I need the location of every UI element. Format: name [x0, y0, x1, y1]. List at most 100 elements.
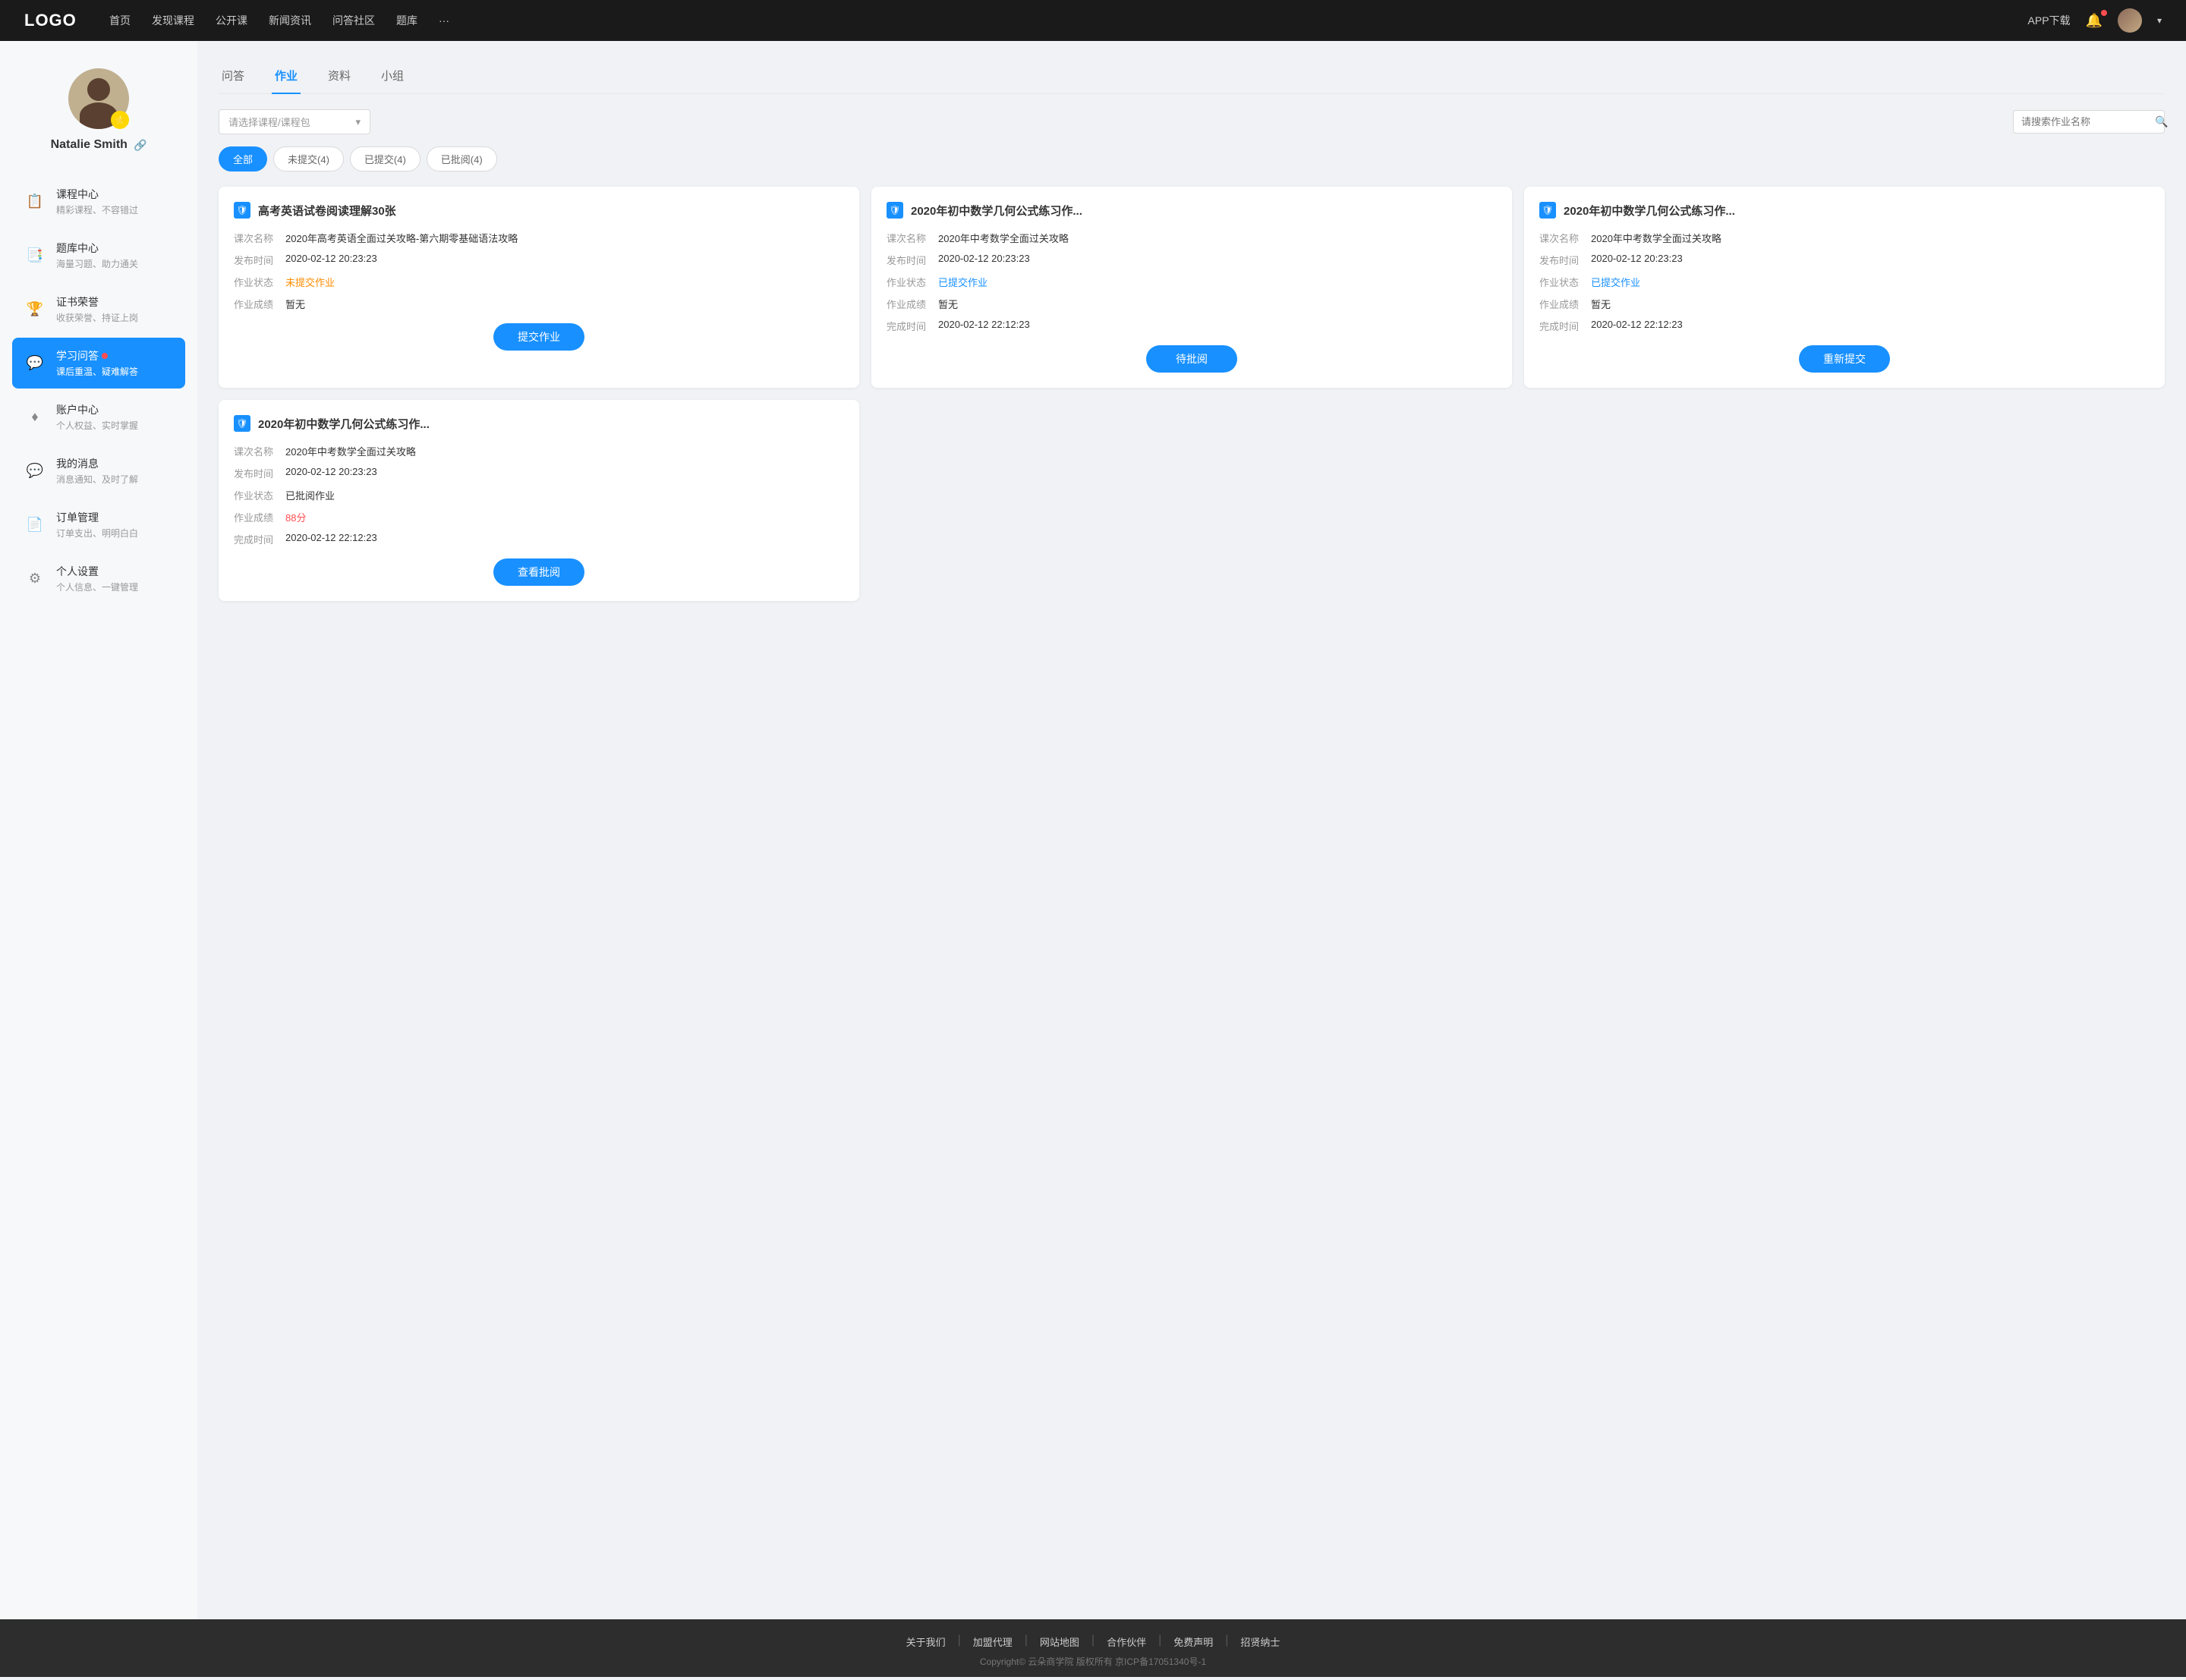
- sidebar-item-course[interactable]: 📋 课程中心 精彩课程、不容错过: [12, 176, 185, 227]
- card3-publish-value: 2020-02-12 20:23:23: [1591, 253, 1683, 264]
- user-avatar-nav[interactable]: [2118, 8, 2142, 33]
- card2-score-value: 暂无: [938, 297, 958, 311]
- tab-groups[interactable]: 小组: [378, 60, 407, 94]
- card3-score-field: 作业成绩 暂无: [1539, 297, 2150, 311]
- card3-complete-field: 完成时间 2020-02-12 22:12:23: [1539, 319, 2150, 333]
- course-title: 课程中心: [56, 187, 173, 202]
- nav-qa[interactable]: 问答社区: [332, 13, 375, 28]
- sidebar-item-settings[interactable]: ⚙ 个人设置 个人信息、一键管理: [12, 553, 185, 604]
- card1-publish-value: 2020-02-12 20:23:23: [285, 253, 377, 264]
- notification-bell[interactable]: 🔔: [2086, 13, 2103, 29]
- status-tab-all[interactable]: 全部: [219, 146, 267, 171]
- main-layout: ⭐ Natalie Smith 🔗 📋 课程中心 精彩课程、不容错过 📑 题库中…: [0, 41, 2186, 1619]
- card2-course-value: 2020年中考数学全面过关攻略: [938, 231, 1069, 245]
- card2-score-field: 作业成绩 暂无: [887, 297, 1497, 311]
- card4-title-row: 🛡 2020年初中数学几何公式练习作...: [234, 415, 844, 432]
- card4-status-label: 作业状态: [234, 488, 279, 502]
- study-qa-badge: [102, 353, 108, 359]
- logo[interactable]: LOGO: [24, 11, 85, 30]
- user-menu-chevron[interactable]: ▾: [2157, 15, 2162, 26]
- status-tab-unsubmitted[interactable]: 未提交(4): [273, 146, 344, 171]
- sidebar: ⭐ Natalie Smith 🔗 📋 课程中心 精彩课程、不容错过 📑 题库中…: [0, 41, 197, 1619]
- footer-franchise[interactable]: 加盟代理: [961, 1634, 1025, 1649]
- card3-btn-row: 重新提交: [1539, 345, 2150, 373]
- card3-score-value: 暂无: [1591, 297, 1611, 311]
- search-icon[interactable]: 🔍: [2155, 115, 2168, 128]
- card3-publish-label: 发布时间: [1539, 253, 1585, 267]
- avatar-head: [87, 78, 110, 101]
- navbar: LOGO 首页 发现课程 公开课 新闻资讯 问答社区 题库 ··· APP下载 …: [0, 0, 2186, 41]
- filter-left: 请选择课程/课程包 ▾: [219, 109, 370, 134]
- card3-course-value: 2020年中考数学全面过关攻略: [1591, 231, 1721, 245]
- card3-title: 2020年初中数学几何公式练习作...: [1564, 203, 1735, 219]
- sidebar-text-orders: 订单管理 订单支出、明明白白: [56, 510, 173, 540]
- account-icon: ♦: [24, 407, 46, 428]
- card2-shield-icon: 🛡: [887, 202, 903, 219]
- filter-row: 请选择课程/课程包 ▾ 🔍: [219, 109, 2165, 134]
- certificate-title: 证书荣誉: [56, 294, 173, 310]
- sidebar-item-bank[interactable]: 📑 题库中心 海量习题、助力通关: [12, 230, 185, 281]
- orders-desc: 订单支出、明明白白: [56, 527, 173, 540]
- nav-news[interactable]: 新闻资讯: [269, 13, 311, 28]
- card4-complete-field: 完成时间 2020-02-12 22:12:23: [234, 532, 844, 546]
- status-tabs: 全部 未提交(4) 已提交(4) 已批阅(4): [219, 146, 2165, 171]
- nav-more[interactable]: ···: [439, 14, 449, 27]
- user-name-icon[interactable]: 🔗: [134, 139, 146, 152]
- tab-homework[interactable]: 作业: [272, 60, 301, 94]
- course-select[interactable]: 请选择课程/课程包 ▾: [219, 109, 370, 134]
- nav-bank[interactable]: 题库: [396, 13, 417, 28]
- card1-course-value: 2020年高考英语全面过关攻略-第六期零基础语法攻略: [285, 231, 518, 245]
- footer-jobs[interactable]: 招贤纳士: [1228, 1634, 1292, 1649]
- card2-title: 2020年初中数学几何公式练习作...: [911, 203, 1082, 219]
- footer-sitemap[interactable]: 网站地图: [1028, 1634, 1091, 1649]
- sidebar-item-study-qa[interactable]: 💬 学习问答 课后重温、疑难解答: [12, 338, 185, 389]
- sidebar-item-messages[interactable]: 💬 我的消息 消息通知、及时了解: [12, 445, 185, 496]
- card3-complete-value: 2020-02-12 22:12:23: [1591, 319, 1683, 330]
- card4-title: 2020年初中数学几何公式练习作...: [258, 416, 430, 432]
- card1-title: 高考英语试卷阅读理解30张: [258, 203, 396, 219]
- footer-partners[interactable]: 合作伙伴: [1095, 1634, 1158, 1649]
- sidebar-text-account: 账户中心 个人权益、实时掌握: [56, 402, 173, 432]
- sidebar-item-orders[interactable]: 📄 订单管理 订单支出、明明白白: [12, 499, 185, 550]
- card4-status-field: 作业状态 已批阅作业: [234, 488, 844, 502]
- card4-course-field: 课次名称 2020年中考数学全面过关攻略: [234, 444, 844, 458]
- status-tab-submitted[interactable]: 已提交(4): [350, 146, 421, 171]
- tab-questions[interactable]: 问答: [219, 60, 247, 94]
- messages-icon: 💬: [24, 461, 46, 482]
- card2-complete-value: 2020-02-12 22:12:23: [938, 319, 1030, 330]
- settings-icon: ⚙: [24, 568, 46, 590]
- card1-shield-icon: 🛡: [234, 202, 250, 219]
- card4-view-btn[interactable]: 查看批阅: [493, 558, 584, 586]
- card2-score-label: 作业成绩: [887, 297, 932, 311]
- status-tab-reviewed[interactable]: 已批阅(4): [427, 146, 497, 171]
- orders-icon: 📄: [24, 514, 46, 536]
- card2-course-label: 课次名称: [887, 231, 932, 245]
- card2-pending-btn[interactable]: 待批阅: [1146, 345, 1237, 373]
- footer-about[interactable]: 关于我们: [894, 1634, 958, 1649]
- sidebar-item-certificate[interactable]: 🏆 证书荣誉 收获荣誉、持证上岗: [12, 284, 185, 335]
- card4-publish-field: 发布时间 2020-02-12 20:23:23: [234, 466, 844, 480]
- card2-publish-value: 2020-02-12 20:23:23: [938, 253, 1030, 264]
- sidebar-item-account[interactable]: ♦ 账户中心 个人权益、实时掌握: [12, 392, 185, 442]
- nav-opencourse[interactable]: 公开课: [216, 13, 247, 28]
- app-download[interactable]: APP下载: [2028, 13, 2071, 28]
- card3-resubmit-btn[interactable]: 重新提交: [1799, 345, 1890, 373]
- card1-score-field: 作业成绩 暂无: [234, 297, 844, 311]
- messages-title: 我的消息: [56, 456, 173, 471]
- card1-submit-btn[interactable]: 提交作业: [493, 323, 584, 351]
- card-unsubmitted: 🛡 高考英语试卷阅读理解30张 课次名称 2020年高考英语全面过关攻略-第六期…: [219, 187, 859, 388]
- bank-desc: 海量习题、助力通关: [56, 257, 173, 270]
- card4-course-value: 2020年中考数学全面过关攻略: [285, 444, 416, 458]
- account-desc: 个人权益、实时掌握: [56, 419, 173, 432]
- search-input[interactable]: [2021, 116, 2155, 127]
- nav-discover[interactable]: 发现课程: [152, 13, 194, 28]
- card3-course-label: 课次名称: [1539, 231, 1585, 245]
- study-qa-desc: 课后重温、疑难解答: [56, 365, 173, 378]
- card1-score-value: 暂无: [285, 297, 305, 311]
- footer-disclaimer[interactable]: 免费声明: [1161, 1634, 1225, 1649]
- nav-home[interactable]: 首页: [109, 13, 131, 28]
- sidebar-text-bank: 题库中心 海量习题、助力通关: [56, 241, 173, 270]
- footer-links: 关于我们 | 加盟代理 | 网站地图 | 合作伙伴 | 免费声明 | 招贤纳士: [0, 1634, 2186, 1649]
- tab-materials[interactable]: 资料: [325, 60, 354, 94]
- card1-publish-label: 发布时间: [234, 253, 279, 267]
